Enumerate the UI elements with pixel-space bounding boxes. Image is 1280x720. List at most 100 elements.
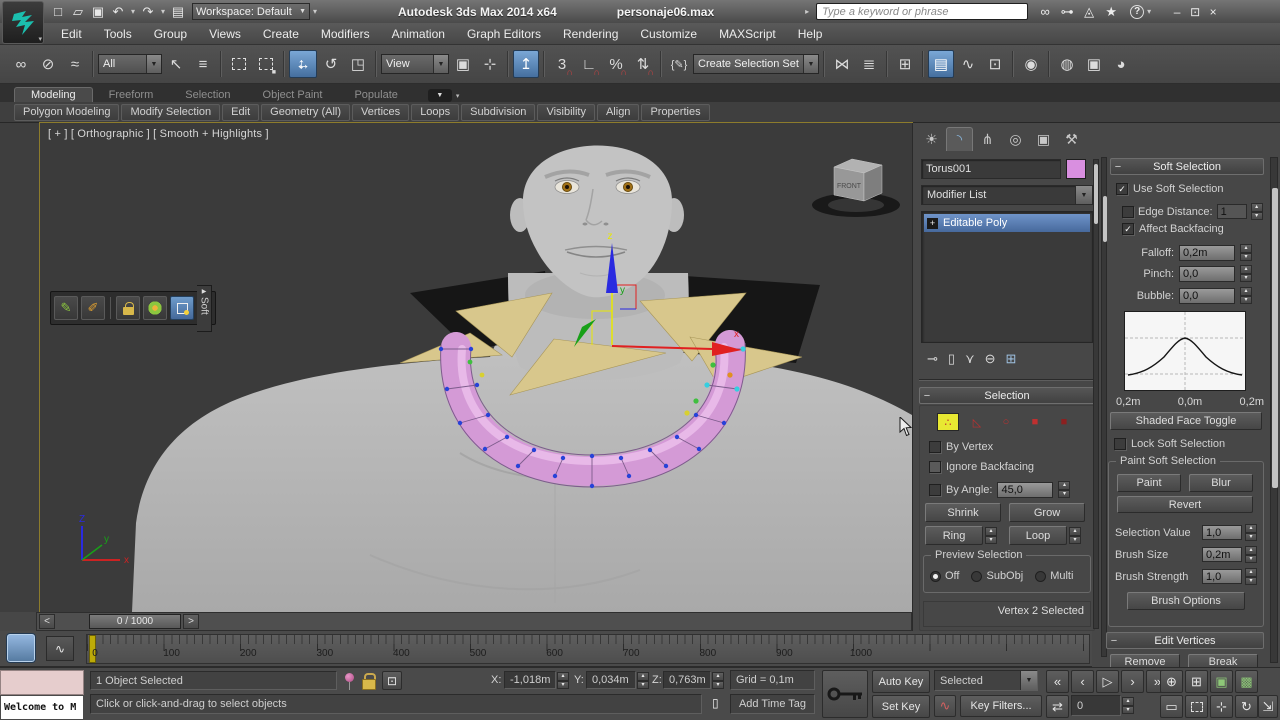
shaded-face-toggle-icon[interactable] [170,296,194,320]
edit-vertices-rollout-header[interactable]: − Edit Vertices [1106,632,1264,649]
ribbon-tab-selection[interactable]: Selection [169,88,246,102]
ribbon-panel-edit[interactable]: Edit [222,103,260,121]
tab-modify-icon[interactable]: ◝ [946,127,973,151]
key-filters-button[interactable]: Key Filters... [960,695,1042,717]
subobject-element-icon[interactable]: ■ [1053,413,1075,431]
tab-hierarchy-icon[interactable]: ⋔ [974,127,1001,151]
ribbon-panel-polygon-modeling[interactable]: Polygon Modeling [14,103,120,121]
loop-button[interactable]: Loop [1009,526,1067,545]
render-setup-icon[interactable]: ◍ [1054,50,1080,78]
column-scrollbar-left-track[interactable] [1101,157,1107,657]
key-mode-dropdown[interactable]: Selected ▼ [934,670,1038,691]
blur-button[interactable]: Blur [1189,474,1253,492]
render-production-icon[interactable]: ◕ [1108,50,1134,78]
z-spinner[interactable]: ▴ ▾ [712,672,724,689]
restore-button[interactable]: ⊡ [1186,4,1204,20]
falloff-field[interactable]: 0,2m [1179,244,1235,261]
panel-scrollbar-track[interactable] [1093,159,1099,629]
ribbon-panel-geometry-all[interactable]: Geometry (All) [261,103,351,121]
soft-overlay-tab[interactable]: ▶ Soft [197,284,212,332]
ring-button[interactable]: Ring [925,526,983,545]
toggle-scene-explorer-icon[interactable]: ▤ [928,50,954,78]
menu-edit[interactable]: Edit [50,23,93,44]
column-scrollbar-right-thumb[interactable] [1272,188,1278,488]
ribbon-tab-freeform[interactable]: Freeform [93,88,170,102]
workspace-flyout-icon[interactable]: ▾ [310,3,320,21]
pinch-spinner[interactable]: ▴ ▾ [1240,265,1252,282]
help-icon[interactable]: ? [1130,4,1145,19]
ring-spinner[interactable]: ▴ ▾ [985,527,997,544]
spin-up-icon[interactable]: ▴ [1058,481,1071,490]
menu-modifiers[interactable]: Modifiers [310,23,381,44]
brush-size-spinner[interactable]: ▴ ▾ [1245,546,1257,563]
spin-up-icon[interactable]: ▴ [1245,546,1257,555]
select-and-scale-icon[interactable]: ◳ [345,50,371,78]
preview-multi-radio[interactable] [1035,570,1047,582]
ribbon-tab-object-paint[interactable]: Object Paint [247,88,339,102]
blur-brush-icon[interactable]: ✐ [81,296,105,320]
loop-spinner[interactable]: ▴ ▾ [1069,527,1081,544]
select-and-move-icon[interactable]: ↔ ↔ [289,50,317,78]
spin-up-icon[interactable]: ▴ [1122,697,1134,706]
panel-scrollbar-thumb[interactable] [1094,164,1098,224]
orbit-icon[interactable]: ↻ [1235,695,1258,718]
project-toolbar-icon[interactable]: ▤ [168,3,188,21]
time-tag-doc-icon[interactable]: ▯ [712,696,719,710]
menu-graph-editors[interactable]: Graph Editors [456,23,552,44]
object-color-swatch[interactable] [1066,159,1086,179]
subobject-edge-icon[interactable]: ◺ [966,413,988,431]
x-field[interactable]: -1,018m [504,671,556,689]
redo-icon[interactable]: ↷ [138,3,158,21]
time-prev-button[interactable]: < [39,614,55,629]
falloff-spinner[interactable]: ▴ ▾ [1240,244,1252,261]
open-mini-curve-editor-button[interactable]: ∿ [46,636,74,661]
spin-up-icon[interactable]: ▴ [1245,568,1257,577]
spin-up-icon[interactable]: ▴ [557,672,569,681]
subobject-border-icon[interactable]: ○ [995,413,1017,431]
spin-up-icon[interactable]: ▴ [1069,527,1081,536]
ribbon-minimize-button[interactable]: ▼ [427,89,452,102]
communication-center-icon[interactable]: ◬ [1078,3,1100,21]
zoom-region-icon[interactable] [1185,695,1208,718]
align-icon[interactable]: ≣ [856,50,882,78]
search-input[interactable] [816,3,1029,20]
use-soft-selection-checkbox[interactable]: ✓ [1116,183,1128,195]
menu-views[interactable]: Views [198,23,252,44]
auto-key-button[interactable]: Auto Key [872,670,930,693]
add-time-tag-field[interactable]: Add Time Tag [730,694,815,714]
ribbon-panel-align[interactable]: Align [596,103,640,121]
select-and-link-icon[interactable]: ∞ [8,50,34,78]
spin-down-icon[interactable]: ▾ [1245,532,1257,541]
make-unique-icon[interactable]: ⋎ [965,351,975,367]
select-by-name-icon[interactable]: ≡ [190,50,216,78]
named-selection-set-dropdown[interactable]: Create Selection Set ▼ [693,54,819,74]
window-taskbar-icon[interactable] [6,633,36,663]
go-to-start-button[interactable]: « [1046,670,1069,693]
menu-customize[interactable]: Customize [629,23,708,44]
x-spinner[interactable]: ▴ ▾ [557,672,569,689]
show-end-result-icon[interactable]: ▯ [948,351,955,367]
unlink-selection-icon[interactable]: ⊘ [35,50,61,78]
schematic-view-icon[interactable]: ⊡ [982,50,1008,78]
pan-hand-icon[interactable]: ⊹ [1210,695,1233,718]
by-vertex-checkbox[interactable] [929,441,941,453]
spin-down-icon[interactable]: ▾ [712,680,724,689]
brush-strength-spinner[interactable]: ▴ ▾ [1245,568,1257,585]
ignore-backfacing-checkbox[interactable] [929,461,941,473]
spin-down-icon[interactable]: ▾ [557,680,569,689]
keyboard-shortcut-override-icon[interactable]: ↥ [513,50,539,78]
save-file-icon[interactable]: ▣ [88,3,108,21]
curve-editor-icon[interactable]: ∿ [955,50,981,78]
zoom-icon[interactable]: ⊕ [1160,670,1183,693]
bubble-spinner[interactable]: ▴ ▾ [1240,287,1252,304]
ribbon-tab-modeling[interactable]: Modeling [14,87,93,102]
soft-selection-rollout-header[interactable]: − Soft Selection [1110,158,1264,175]
selection-lock-icon[interactable] [362,672,376,690]
spin-up-icon[interactable]: ▴ [637,672,649,681]
stack-item-editable-poly[interactable]: + Editable Poly [924,214,1090,232]
brush-strength-field[interactable]: 1,0 [1202,569,1242,584]
search-icon[interactable]: ∞ [1034,3,1056,21]
material-editor-icon[interactable]: ◉ [1018,50,1044,78]
menu-maxscript[interactable]: MAXScript [708,23,787,44]
y-field[interactable]: 0,034m [586,671,636,689]
